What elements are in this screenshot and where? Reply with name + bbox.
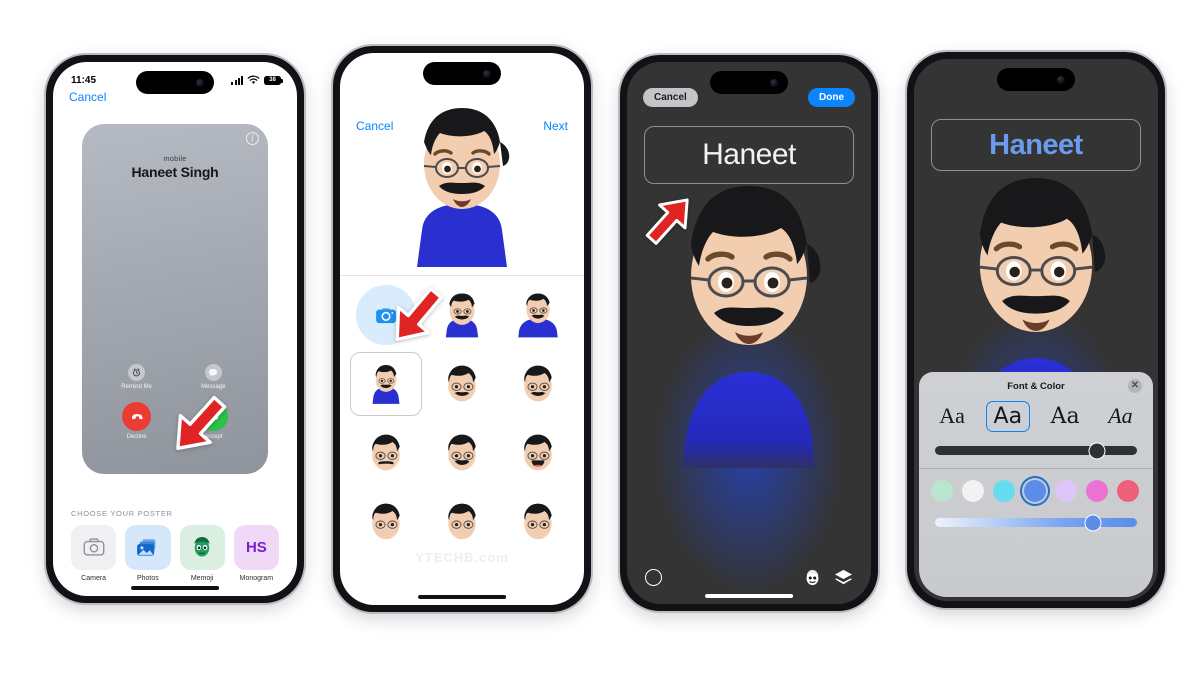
swatch-red[interactable] <box>1117 480 1139 502</box>
cancel-button[interactable]: Cancel <box>69 90 106 104</box>
front-camera-icon <box>483 69 491 78</box>
memoji-face-icon <box>180 525 225 570</box>
poster-name-value: Haneet <box>702 138 796 171</box>
nav-bar: Cancel Next <box>340 119 584 133</box>
poster-option-label: Memoji <box>190 575 214 582</box>
poster-option-label: Camera <box>81 575 107 582</box>
color-intensity-slider-knob[interactable] <box>1084 514 1102 531</box>
cellular-signal-icon <box>231 75 243 85</box>
font-weight-slider[interactable] <box>935 442 1137 459</box>
font-option-2-selected[interactable]: Aa <box>985 400 1031 432</box>
phone-4-font-and-color-panel: Haneet Font & Color ✕ Aa Aa Aa Aa <box>907 52 1165 608</box>
front-camera-icon <box>196 78 204 87</box>
swatch-white[interactable] <box>962 480 984 502</box>
poster-option-memoji[interactable]: Memoji <box>179 524 225 582</box>
contact-name: Haneet Singh <box>131 164 219 180</box>
done-button[interactable]: Done <box>808 88 855 107</box>
color-intensity-slider[interactable] <box>935 514 1137 531</box>
decline-button[interactable]: Decline <box>111 402 163 440</box>
poster-option-camera[interactable]: Camera <box>71 524 117 582</box>
arrow-pointing-sticker-grid <box>395 287 443 341</box>
camera-icon <box>71 525 116 570</box>
sticker-item[interactable] <box>426 422 498 484</box>
memoji-face-icon[interactable] <box>804 569 821 586</box>
info-icon[interactable]: i <box>245 132 259 145</box>
arrow-pointing-name-field <box>645 198 689 245</box>
alarm-icon <box>128 364 146 381</box>
sticker-item[interactable] <box>426 352 498 416</box>
monogram-icon: HS <box>245 538 267 556</box>
remind-me-button[interactable]: Remind Me <box>111 364 163 390</box>
font-weight-slider-knob[interactable] <box>1088 442 1106 459</box>
dynamic-island <box>997 68 1075 91</box>
sticker-item[interactable] <box>502 490 574 552</box>
poster-option-label: Photos <box>136 575 159 582</box>
phone-3-poster-name-editor: Cancel Done Haneet <box>620 55 878 611</box>
color-swatches-row <box>919 469 1153 502</box>
next-button[interactable]: Next <box>543 119 568 133</box>
font-option-4[interactable]: Aa <box>1100 400 1140 432</box>
font-option-3[interactable]: Aa <box>1043 401 1088 432</box>
status-time: 11:45 <box>71 74 97 86</box>
contact-subtitle: mobile <box>163 154 187 163</box>
sticker-item-selected[interactable] <box>350 351 422 416</box>
front-camera-icon <box>770 78 778 87</box>
sticker-item[interactable] <box>426 490 498 552</box>
sticker-item[interactable] <box>350 422 422 484</box>
phone-2-memoji-sticker-picker: Cancel Next YTECHB.com <box>333 46 591 612</box>
message-button[interactable]: Message <box>187 364 239 390</box>
layers-icon[interactable] <box>834 569 853 586</box>
phone-down-icon <box>122 402 152 431</box>
poster-name-field[interactable]: Haneet <box>931 119 1141 171</box>
poster-option-monogram[interactable]: HS Monogram <box>233 524 279 582</box>
dynamic-island <box>136 71 214 94</box>
sticker-item[interactable] <box>350 490 422 552</box>
font-option-1[interactable]: Aa <box>931 400 973 432</box>
arrow-pointing-accept <box>176 395 227 450</box>
font-options-row: Aa Aa Aa Aa <box>919 400 1153 432</box>
poster-name-value: Haneet <box>989 128 1083 161</box>
poster-option-photos[interactable]: Photos <box>125 524 171 582</box>
sticker-item[interactable] <box>502 352 574 416</box>
sticker-item[interactable] <box>502 284 574 346</box>
font-and-color-panel: Font & Color ✕ Aa Aa Aa Aa <box>919 372 1153 597</box>
sticker-item[interactable] <box>502 422 574 484</box>
swatch-lavender[interactable] <box>1055 480 1077 502</box>
message-bubble-icon <box>204 364 222 381</box>
font-color-panel-title: Font & Color <box>1007 381 1065 392</box>
screenshot-stage: 11:45 38 Cancel i mobile Haneet Singh Re… <box>0 0 1200 675</box>
poster-name-field[interactable]: Haneet <box>644 126 854 184</box>
swatch-blue-selected[interactable] <box>1024 480 1046 502</box>
editor-toolbar <box>627 569 871 586</box>
remind-me-label: Remind Me <box>121 384 152 390</box>
home-indicator <box>131 586 219 590</box>
poster-option-label: Monogram <box>239 575 274 582</box>
close-icon[interactable]: ✕ <box>1128 379 1142 393</box>
battery-icon: 38 <box>264 75 283 85</box>
home-indicator <box>418 595 506 599</box>
poster-chooser: CHOOSE YOUR POSTER Camera Photos Memoji … <box>53 509 297 582</box>
front-camera-icon <box>1057 75 1065 84</box>
phone-1-contact-poster-chooser: 11:45 38 Cancel i mobile Haneet Singh Re… <box>46 55 304 603</box>
wifi-icon <box>247 75 260 84</box>
cancel-button[interactable]: Cancel <box>643 88 698 107</box>
circle-outline-icon[interactable] <box>645 569 662 586</box>
home-indicator <box>705 594 793 598</box>
decline-label: Decline <box>126 434 147 440</box>
chooser-title: CHOOSE YOUR POSTER <box>71 508 173 518</box>
swatch-magenta[interactable] <box>1086 480 1108 502</box>
watermark: YTECHB.com <box>415 550 509 565</box>
dynamic-island <box>423 62 501 85</box>
swatch-mint[interactable] <box>931 480 953 502</box>
swatch-cyan[interactable] <box>993 480 1015 502</box>
cancel-button[interactable]: Cancel <box>356 119 393 133</box>
nav-bar: Cancel Done <box>627 88 871 107</box>
arrow-pointing-font-color-title <box>930 358 998 396</box>
photos-stack-icon <box>125 525 170 570</box>
